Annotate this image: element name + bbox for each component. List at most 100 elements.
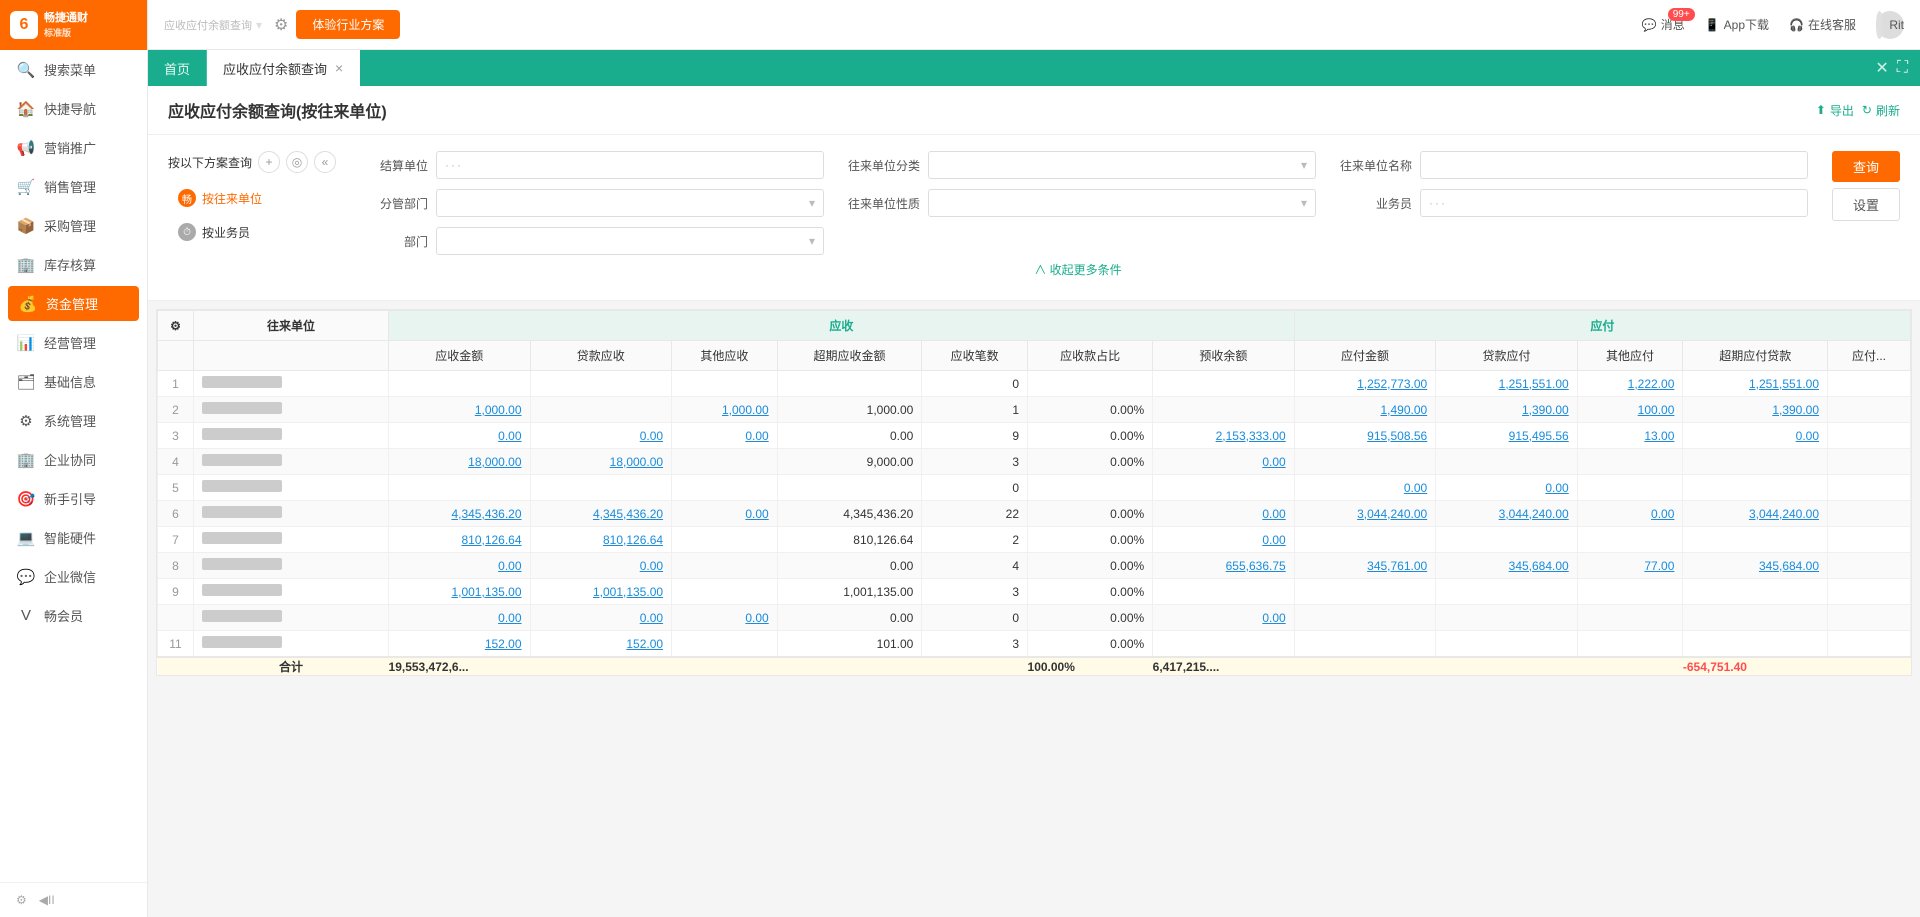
- add-scheme-button[interactable]: +: [258, 151, 280, 173]
- td-value[interactable]: 345,761.00: [1294, 553, 1436, 579]
- td-value[interactable]: 3,044,240.00: [1683, 501, 1828, 527]
- td-value[interactable]: 152.00: [389, 631, 531, 658]
- td-value[interactable]: 3,044,240.00: [1436, 501, 1578, 527]
- query-button[interactable]: 查询: [1832, 151, 1900, 182]
- td-value[interactable]: 18,000.00: [530, 449, 672, 475]
- td-value[interactable]: [1294, 449, 1436, 475]
- refresh-button[interactable]: ↻ 刷新: [1862, 102, 1900, 119]
- td-value[interactable]: [1153, 475, 1295, 501]
- table-settings-icon[interactable]: ⚙: [170, 319, 181, 333]
- scheme-item-staff[interactable]: ⏱ 按业务员: [168, 217, 336, 247]
- tab-maximize-icon[interactable]: ⛶: [1897, 59, 1908, 77]
- td-value[interactable]: 0.00: [1153, 605, 1295, 631]
- sidebar-item-system[interactable]: ⚙ 系统管理: [0, 401, 147, 440]
- td-value[interactable]: [1828, 423, 1911, 449]
- sidebar-item-member[interactable]: V 畅会员: [0, 596, 147, 635]
- filter-input-jiesuan[interactable]: ···: [436, 151, 824, 179]
- sidebar-item-inventory[interactable]: 🏢 库存核算: [0, 245, 147, 284]
- td-value[interactable]: [1294, 631, 1436, 658]
- collapse-scheme-button[interactable]: «: [314, 151, 336, 173]
- td-value[interactable]: 1,000.00: [389, 397, 531, 423]
- sidebar-item-corp[interactable]: 🏢 企业协同: [0, 440, 147, 479]
- tab-close-icon[interactable]: ×: [335, 60, 343, 76]
- td-value[interactable]: [672, 371, 778, 397]
- td-value[interactable]: [1828, 397, 1911, 423]
- td-value[interactable]: 345,684.00: [1683, 553, 1828, 579]
- td-value[interactable]: [1153, 631, 1295, 658]
- td-value[interactable]: 4,345,436.20: [530, 501, 672, 527]
- filter-input-mingcheng[interactable]: [1420, 151, 1808, 179]
- scheme-item-unit[interactable]: 畅 按往来单位: [168, 183, 336, 213]
- sidebar-collapse-icon[interactable]: ◀II: [39, 893, 55, 907]
- filter-input-fenlei[interactable]: ▾: [928, 151, 1316, 179]
- filter-input-fenguan[interactable]: ▾: [436, 189, 824, 217]
- td-value[interactable]: 152.00: [530, 631, 672, 658]
- td-value[interactable]: 655,636.75: [1153, 553, 1295, 579]
- td-value[interactable]: [1294, 579, 1436, 605]
- td-value[interactable]: [1828, 631, 1911, 658]
- td-value[interactable]: 0.00: [530, 605, 672, 631]
- td-value[interactable]: 4,345,436.20: [389, 501, 531, 527]
- td-value[interactable]: [1577, 449, 1683, 475]
- td-value[interactable]: [530, 475, 672, 501]
- td-value[interactable]: 1,001,135.00: [389, 579, 531, 605]
- td-value[interactable]: [1828, 527, 1911, 553]
- td-value[interactable]: 1,490.00: [1294, 397, 1436, 423]
- td-value[interactable]: [530, 371, 672, 397]
- td-value[interactable]: [1683, 605, 1828, 631]
- td-value[interactable]: 0.00: [389, 553, 531, 579]
- td-value[interactable]: 0.00: [672, 501, 778, 527]
- td-value[interactable]: [1683, 449, 1828, 475]
- td-value[interactable]: 77.00: [1577, 553, 1683, 579]
- sidebar-item-guide[interactable]: 🎯 新手引导: [0, 479, 147, 518]
- filter-collapse-btn[interactable]: ∧ 收起更多条件: [348, 255, 1808, 284]
- td-value[interactable]: 0.00: [1153, 501, 1295, 527]
- sidebar-item-nav[interactable]: 🏠 快捷导航: [0, 89, 147, 128]
- tab-receivable[interactable]: 应收应付余额查询 ×: [207, 50, 360, 86]
- td-value[interactable]: [672, 579, 778, 605]
- td-value[interactable]: 13.00: [1577, 423, 1683, 449]
- td-value[interactable]: 0.00: [389, 423, 531, 449]
- td-value[interactable]: 345,684.00: [1436, 553, 1578, 579]
- td-value[interactable]: [1294, 605, 1436, 631]
- td-value[interactable]: [530, 397, 672, 423]
- td-value[interactable]: [672, 553, 778, 579]
- td-value[interactable]: 915,508.56: [1294, 423, 1436, 449]
- td-value[interactable]: [672, 631, 778, 658]
- td-value[interactable]: [1153, 371, 1295, 397]
- td-value[interactable]: [1436, 605, 1578, 631]
- td-value[interactable]: [1153, 579, 1295, 605]
- td-value[interactable]: 1,000.00: [672, 397, 778, 423]
- table-scroll-wrap[interactable]: ⚙ 往来单位 应收 应付 应收金额 贷款应收 其他应收: [157, 310, 1911, 675]
- td-value[interactable]: 0.00: [389, 605, 531, 631]
- td-value[interactable]: 0.00: [1683, 423, 1828, 449]
- td-value[interactable]: 915,495.56: [1436, 423, 1578, 449]
- td-value[interactable]: [1577, 475, 1683, 501]
- td-value[interactable]: [1436, 631, 1578, 658]
- tab-close-window-icon[interactable]: ✕: [1875, 58, 1888, 78]
- td-value[interactable]: [672, 449, 778, 475]
- sidebar-item-hardware[interactable]: 💻 智能硬件: [0, 518, 147, 557]
- td-value[interactable]: [1683, 579, 1828, 605]
- td-value[interactable]: 0.00: [1577, 501, 1683, 527]
- sidebar-item-search[interactable]: 🔍 搜索菜单: [0, 50, 147, 89]
- td-value[interactable]: 810,126.64: [389, 527, 531, 553]
- filter-input-yewuyuan[interactable]: ···: [1420, 189, 1808, 217]
- td-value[interactable]: [1683, 631, 1828, 658]
- app-download-area[interactable]: 📱 App下载: [1705, 16, 1769, 33]
- td-value[interactable]: [1153, 397, 1295, 423]
- td-value[interactable]: 1,390.00: [1436, 397, 1578, 423]
- filter-input-bumen[interactable]: ▾: [436, 227, 824, 255]
- td-value[interactable]: [1294, 527, 1436, 553]
- industry-btn[interactable]: 体验行业方案: [296, 10, 400, 39]
- td-value[interactable]: [1828, 553, 1911, 579]
- td-value[interactable]: 1,390.00: [1683, 397, 1828, 423]
- service-area[interactable]: 🎧 在线客服: [1789, 16, 1856, 33]
- td-value[interactable]: [389, 371, 531, 397]
- td-value[interactable]: 0.00: [1294, 475, 1436, 501]
- td-value[interactable]: [1828, 605, 1911, 631]
- td-value[interactable]: [1828, 501, 1911, 527]
- td-value[interactable]: 0.00: [672, 423, 778, 449]
- sidebar-item-weixin[interactable]: 💬 企业微信: [0, 557, 147, 596]
- td-value[interactable]: [672, 527, 778, 553]
